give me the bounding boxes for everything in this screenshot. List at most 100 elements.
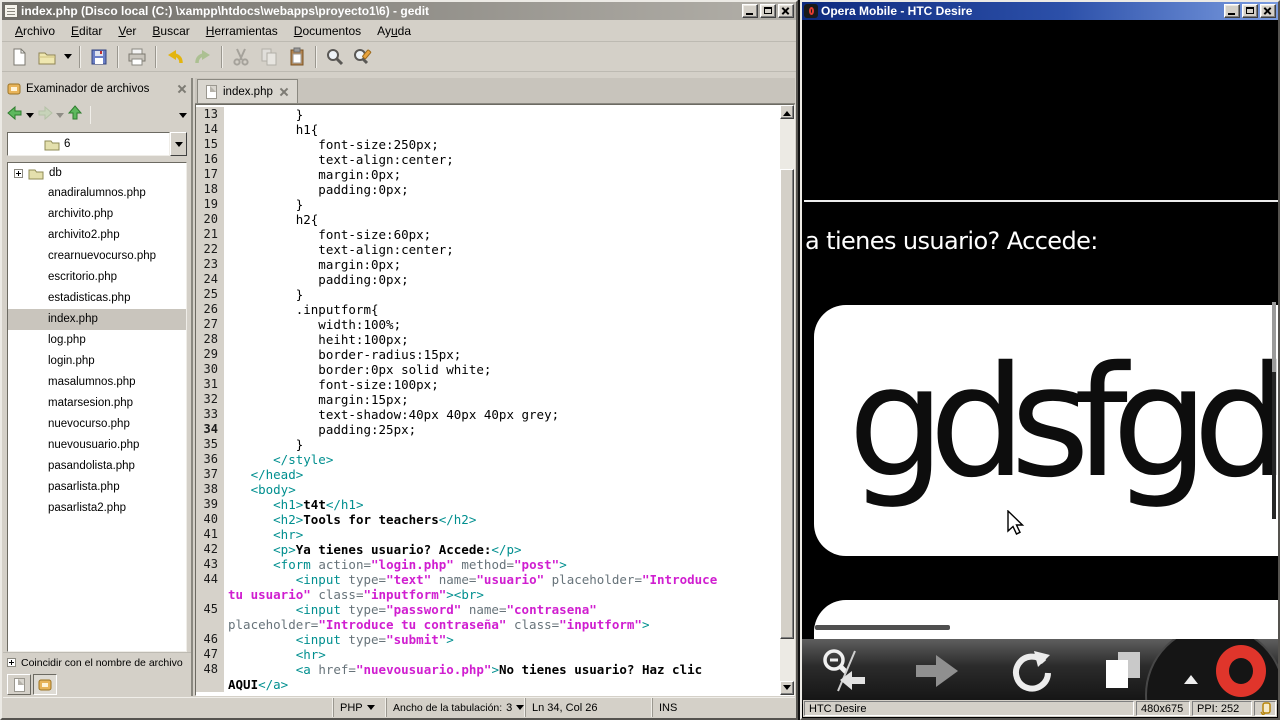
back-history-dropdown[interactable] xyxy=(26,112,34,122)
opera-titlebar[interactable]: Opera Mobile - HTC Desire xyxy=(802,2,1278,20)
code-line[interactable]: 19 } xyxy=(196,197,780,212)
paste-button[interactable] xyxy=(284,44,310,70)
location-combo[interactable]: 6 xyxy=(7,132,170,156)
menu-herramientas[interactable]: Herramientas xyxy=(198,22,286,40)
code-line[interactable]: 33 text-shadow:40px 40px 40px grey; xyxy=(196,407,780,422)
code-line[interactable]: 35 } xyxy=(196,437,780,452)
file-item[interactable]: archivito.php xyxy=(8,204,186,225)
vertical-scroll-indicator[interactable] xyxy=(1272,302,1276,372)
code-line[interactable]: 48 <a href="nuevousuario.php">No tienes … xyxy=(196,662,780,677)
cut-button[interactable] xyxy=(228,44,254,70)
menu-archivo[interactable]: Archivo xyxy=(7,22,63,40)
new-document-button[interactable] xyxy=(6,44,32,70)
file-item[interactable]: nuevocurso.php xyxy=(8,414,186,435)
scroll-up-button[interactable] xyxy=(780,105,794,119)
open-dropdown-button[interactable] xyxy=(62,44,74,70)
code-line[interactable]: 38 <body> xyxy=(196,482,780,497)
find-button[interactable] xyxy=(322,44,348,70)
code-line[interactable]: 29 border-radius:15px; xyxy=(196,347,780,362)
file-item[interactable]: estadisticas.php xyxy=(8,288,186,309)
open-button[interactable] xyxy=(34,44,60,70)
code-line[interactable]: 31 font-size:100px; xyxy=(196,377,780,392)
code-line[interactable]: 23 margin:0px; xyxy=(196,257,780,272)
tab-index-php[interactable]: index.php xyxy=(197,79,298,103)
file-item[interactable]: log.php xyxy=(8,330,186,351)
documents-panel-tab[interactable] xyxy=(7,674,31,695)
code-line[interactable]: 32 margin:15px; xyxy=(196,392,780,407)
file-item[interactable]: masalumnos.php xyxy=(8,372,186,393)
code-line[interactable]: 34 padding:25px; xyxy=(196,422,780,437)
undo-button[interactable] xyxy=(162,44,188,70)
code-line[interactable]: 15 font-size:250px; xyxy=(196,137,780,152)
file-item[interactable]: escritorio.php xyxy=(8,267,186,288)
file-item[interactable]: matarsesion.php xyxy=(8,393,186,414)
file-item[interactable]: pasarlista2.php xyxy=(8,498,186,519)
code-line[interactable]: 43 <form action="login.php" method="post… xyxy=(196,557,780,572)
copy-button[interactable] xyxy=(256,44,282,70)
maximize-button[interactable] xyxy=(1242,4,1258,18)
horizontal-scroll-indicator[interactable] xyxy=(815,625,950,630)
vertical-scroll-indicator[interactable] xyxy=(1272,372,1276,519)
code-line[interactable]: 21 font-size:60px; xyxy=(196,227,780,242)
forward-history-dropdown[interactable] xyxy=(56,112,64,122)
code-line[interactable]: 37 </head> xyxy=(196,467,780,482)
code-line[interactable]: 45 <input type="password" name="contrase… xyxy=(196,602,780,617)
code-line[interactable]: 47 <hr> xyxy=(196,647,780,662)
panel-menu-dropdown[interactable] xyxy=(179,112,187,122)
code-line[interactable]: AQUI</a> xyxy=(196,677,780,692)
code-line[interactable]: 13 } xyxy=(196,107,780,122)
menu-ayuda[interactable]: Ayuda xyxy=(369,22,419,40)
minimize-button[interactable] xyxy=(742,4,758,18)
code-line[interactable]: 28 heiht:100px; xyxy=(196,332,780,347)
code-line[interactable]: 22 text-align:center; xyxy=(196,242,780,257)
file-item[interactable]: pasarlista.php xyxy=(8,477,186,498)
up-button[interactable] xyxy=(67,104,83,126)
back-button[interactable] xyxy=(7,105,23,126)
code-line[interactable]: 30 border:0px solid white; xyxy=(196,362,780,377)
panel-close-icon[interactable] xyxy=(177,84,187,94)
menu-ver[interactable]: Ver xyxy=(110,22,144,40)
gedit-titlebar[interactable]: index.php (Disco local (C:) \xampp\htdoc… xyxy=(2,2,796,20)
file-item[interactable]: pasandolista.php xyxy=(8,456,186,477)
code-line[interactable]: 25 } xyxy=(196,287,780,302)
code-line[interactable]: 36 </style> xyxy=(196,452,780,467)
rotate-device-button[interactable] xyxy=(1254,701,1276,716)
folder-item-db[interactable]: db xyxy=(8,163,186,183)
match-filename-toggle[interactable]: Coincidir con el nombre de archivo xyxy=(3,652,191,672)
opera-logo-button[interactable] xyxy=(1216,645,1266,697)
tab-close-icon[interactable] xyxy=(279,87,289,97)
browser-viewport[interactable]: a tienes usuario? Accede: gdsfgd xyxy=(802,22,1278,639)
language-selector[interactable]: PHP xyxy=(333,698,386,717)
location-dropdown-button[interactable] xyxy=(170,132,187,156)
save-button[interactable] xyxy=(86,44,112,70)
file-item[interactable]: login.php xyxy=(8,351,186,372)
reload-button[interactable] xyxy=(1008,649,1056,700)
maximize-button[interactable] xyxy=(760,4,776,18)
code-line[interactable]: 16 text-align:center; xyxy=(196,152,780,167)
find-replace-button[interactable] xyxy=(350,44,376,70)
expander-icon[interactable] xyxy=(14,168,23,178)
tab-width-selector[interactable]: Ancho de la tabulación: 3 xyxy=(386,698,525,717)
zoom-out-back-button[interactable] xyxy=(818,647,876,700)
tabs-button[interactable] xyxy=(1102,650,1146,697)
code-line[interactable]: 44 <input type="text" name="usuario" pla… xyxy=(196,572,780,587)
code-line[interactable]: 42 <p>Ya tienes usuario? Accede:</p> xyxy=(196,542,780,557)
menu-documentos[interactable]: Documentos xyxy=(286,22,369,40)
code-line[interactable]: 46 <input type="submit"> xyxy=(196,632,780,647)
code-line[interactable]: 26 .inputform{ xyxy=(196,302,780,317)
file-item[interactable]: anadiralumnos.php xyxy=(8,183,186,204)
file-item[interactable]: index.php xyxy=(8,309,186,330)
file-item[interactable]: archivito2.php xyxy=(8,225,186,246)
editor-scrollbar[interactable] xyxy=(780,105,794,695)
code-line[interactable]: 40 <h2>Tools for teachers</h2> xyxy=(196,512,780,527)
print-button[interactable] xyxy=(124,44,150,70)
opera-menu-caret-icon[interactable] xyxy=(1184,668,1198,684)
code-line[interactable]: 24 padding:0px; xyxy=(196,272,780,287)
file-browser-panel-tab[interactable] xyxy=(33,674,57,695)
code-line[interactable]: 27 width:100%; xyxy=(196,317,780,332)
password-input[interactable] xyxy=(814,600,1278,639)
close-button[interactable] xyxy=(1260,4,1276,18)
redo-button[interactable] xyxy=(190,44,216,70)
code-line[interactable]: 17 margin:0px; xyxy=(196,167,780,182)
close-button[interactable] xyxy=(778,4,794,18)
